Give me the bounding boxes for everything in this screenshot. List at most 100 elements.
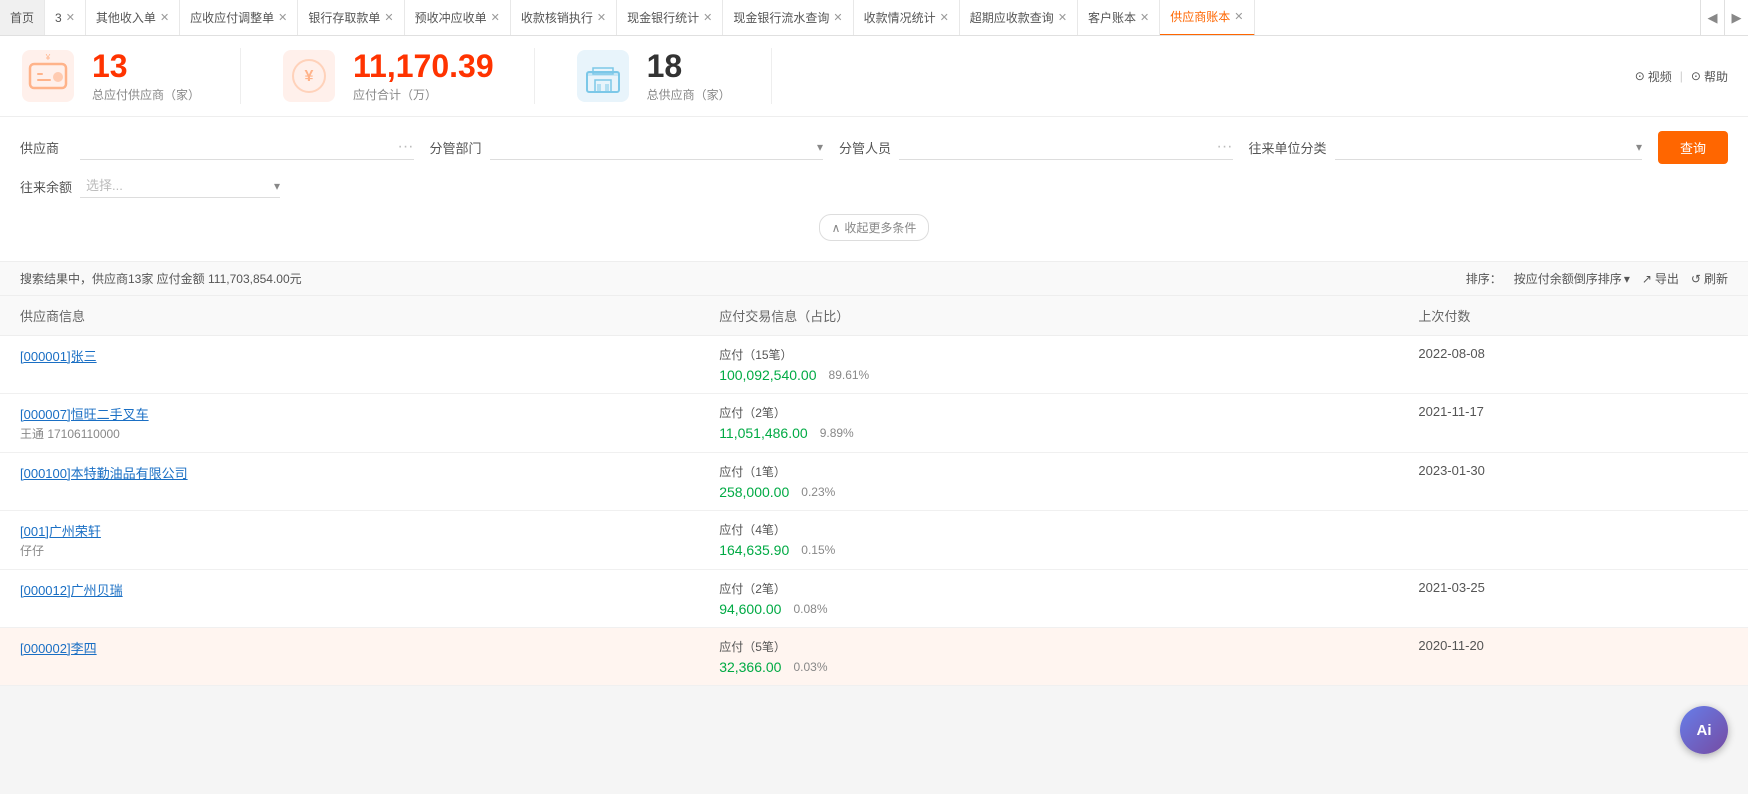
tx-row-0: 100,092,540.00 89.61% bbox=[719, 367, 1378, 383]
tx-label-4: 应付（2笔） bbox=[719, 580, 1378, 597]
dept-input[interactable] bbox=[490, 136, 817, 159]
dept-filter-label: 分管部门 bbox=[430, 138, 482, 157]
supplier-cell-0: [000001]张三 bbox=[0, 336, 699, 394]
sort-select[interactable]: 按应付余额倒序排序 ▾ bbox=[1514, 270, 1630, 287]
category-filter-label: 往来单位分类 bbox=[1249, 138, 1327, 157]
filter-person: 分管人员 ··· bbox=[839, 136, 1233, 160]
search-button[interactable]: 查询 bbox=[1658, 131, 1728, 164]
supplier-sub-3: 仔仔 bbox=[20, 542, 679, 559]
nav-tab-cash-stats-label: 现金银行统计 bbox=[627, 9, 699, 26]
supplier-cell-3: [001]广州荣轩仔仔 bbox=[0, 511, 699, 570]
tx-percent-3: 0.15% bbox=[801, 543, 835, 557]
table-row: [000012]广州贝瑞 应付（2笔） 94,600.00 0.08% 2021… bbox=[0, 570, 1748, 628]
nav-tab-3[interactable]: 3 ✕ bbox=[45, 0, 86, 36]
supplier-dots-icon[interactable]: ··· bbox=[398, 138, 414, 156]
balance-input[interactable] bbox=[80, 174, 274, 197]
supplier-link-0[interactable]: [000001]张三 bbox=[20, 349, 97, 364]
supplier-filter-label: 供应商 bbox=[20, 138, 72, 157]
transaction-cell-2: 应付（1笔） 258,000.00 0.23% bbox=[699, 453, 1398, 511]
filter-section: 供应商 ··· 分管部门 ▾ 分管人员 ··· 往来单位分类 ▾ bbox=[0, 117, 1748, 262]
nav-tab-collection[interactable]: 收款核销执行 ✕ bbox=[511, 0, 617, 36]
svg-text:¥: ¥ bbox=[305, 68, 314, 85]
supplier-cell-4: [000012]广州贝瑞 bbox=[0, 570, 699, 628]
export-icon: ↗ bbox=[1642, 272, 1652, 286]
nav-tab-bank-deposit[interactable]: 银行存取款单 ✕ bbox=[298, 0, 404, 36]
stat-info-total-suppliers: 18 总供应商（家） bbox=[647, 49, 731, 103]
tx-amount-0: 100,092,540.00 bbox=[719, 367, 816, 383]
result-bar: 搜索结果中，供应商13家 应付金额 111,703,854.00元 排序： 按应… bbox=[0, 262, 1748, 296]
nav-next-arrow[interactable]: ▶ bbox=[1724, 0, 1748, 36]
nav-tab-prepay[interactable]: 预收冲应收单 ✕ bbox=[405, 0, 511, 36]
person-dots-icon[interactable]: ··· bbox=[1217, 138, 1233, 156]
nav-prev-arrow[interactable]: ◀ bbox=[1700, 0, 1724, 36]
tx-label-2: 应付（1笔） bbox=[719, 463, 1378, 480]
top-navigation: 首页 3 ✕ 其他收入单 ✕ 应收应付调整单 ✕ 银行存取款单 ✕ 预收冲应收单… bbox=[0, 0, 1748, 36]
table-body: [000001]张三 应付（15笔） 100,092,540.00 89.61%… bbox=[0, 336, 1748, 686]
transaction-cell-1: 应付（2笔） 11,051,486.00 9.89% bbox=[699, 394, 1398, 453]
supplier-cell-2: [000100]本特勤油品有限公司 bbox=[0, 453, 699, 511]
video-link[interactable]: ⊙ 视频 bbox=[1635, 68, 1672, 85]
payable-suppliers-label: 总应付供应商（家） bbox=[92, 86, 200, 103]
nav-tab-cash-stats-close[interactable]: ✕ bbox=[703, 11, 712, 24]
nav-tab-overdue-close[interactable]: ✕ bbox=[1058, 11, 1067, 24]
last-pay-date-4: 2021-03-25 bbox=[1418, 580, 1485, 595]
nav-tab-supplier-book-close[interactable]: ✕ bbox=[1234, 10, 1243, 23]
payable-suppliers-icon: ¥ bbox=[20, 48, 76, 104]
result-actions: 排序： 按应付余额倒序排序 ▾ ↗ 导出 ↺ 刷新 bbox=[1466, 270, 1728, 287]
export-button[interactable]: ↗ 导出 bbox=[1642, 270, 1679, 287]
nav-tab-collection-stats[interactable]: 收款情况统计 ✕ bbox=[854, 0, 960, 36]
category-input[interactable] bbox=[1335, 136, 1636, 159]
nav-tab-bank-deposit-close[interactable]: ✕ bbox=[384, 11, 393, 24]
nav-tab-customer-book[interactable]: 客户账本 ✕ bbox=[1078, 0, 1160, 36]
tx-percent-2: 0.23% bbox=[801, 485, 835, 499]
nav-tab-supplier-book[interactable]: 供应商账本 ✕ bbox=[1160, 0, 1254, 36]
supplier-link-5[interactable]: [000002]李四 bbox=[20, 641, 97, 656]
payable-total-icon: ¥ bbox=[281, 48, 337, 104]
tx-label-5: 应付（5笔） bbox=[719, 638, 1378, 655]
stat-right-links: ⊙ 视频 | ⊙ 帮助 bbox=[1635, 68, 1728, 85]
nav-tab-adjustment[interactable]: 应收应付调整单 ✕ bbox=[180, 0, 298, 36]
nav-tab-adjustment-close[interactable]: ✕ bbox=[278, 11, 287, 24]
transaction-cell-5: 应付（5笔） 32,366.00 0.03% bbox=[699, 628, 1398, 686]
nav-tab-collection-stats-close[interactable]: ✕ bbox=[940, 11, 949, 24]
category-chevron-icon[interactable]: ▾ bbox=[1636, 140, 1642, 154]
nav-tab-prepay-close[interactable]: ✕ bbox=[491, 11, 500, 24]
nav-tab-cash-stats[interactable]: 现金银行统计 ✕ bbox=[617, 0, 723, 36]
refresh-button[interactable]: ↺ 刷新 bbox=[1691, 270, 1728, 287]
nav-tab-overdue-label: 超期应收款查询 bbox=[970, 9, 1054, 26]
tx-amount-5: 32,366.00 bbox=[719, 659, 781, 675]
supplier-link-3[interactable]: [001]广州荣轩 bbox=[20, 524, 101, 539]
ai-assistant-badge[interactable]: Ai bbox=[1680, 706, 1728, 754]
nav-tab-customer-book-close[interactable]: ✕ bbox=[1140, 11, 1149, 24]
export-label: 导出 bbox=[1655, 270, 1679, 287]
nav-tab-home[interactable]: 首页 bbox=[0, 0, 45, 36]
nav-tab-overdue[interactable]: 超期应收款查询 ✕ bbox=[960, 0, 1078, 36]
tx-row-5: 32,366.00 0.03% bbox=[719, 659, 1378, 675]
tx-amount-1: 11,051,486.00 bbox=[719, 425, 808, 441]
collapse-button[interactable]: ∧ 收起更多条件 bbox=[819, 214, 930, 241]
person-input[interactable] bbox=[899, 136, 1217, 159]
nav-tab-other-income[interactable]: 其他收入单 ✕ bbox=[86, 0, 180, 36]
nav-tab-other-income-close[interactable]: ✕ bbox=[160, 11, 169, 24]
nav-tab-collection-close[interactable]: ✕ bbox=[597, 11, 606, 24]
nav-tab-cash-flow[interactable]: 现金银行流水查询 ✕ bbox=[723, 0, 853, 36]
last-pay-cell-0: 2022-08-08 bbox=[1398, 336, 1748, 394]
supplier-link-1[interactable]: [000007]恒旺二手叉车 bbox=[20, 407, 149, 422]
table-row: [000001]张三 应付（15笔） 100,092,540.00 89.61%… bbox=[0, 336, 1748, 394]
supplier-link-4[interactable]: [000012]广州贝瑞 bbox=[20, 583, 123, 598]
dept-chevron-icon[interactable]: ▾ bbox=[817, 140, 823, 154]
filter-category: 往来单位分类 ▾ bbox=[1249, 136, 1643, 160]
supplier-link-2[interactable]: [000100]本特勤油品有限公司 bbox=[20, 466, 188, 481]
stat-info-payable-total: 11,170.39 应付合计（万） bbox=[353, 49, 494, 103]
last-pay-cell-3 bbox=[1398, 511, 1748, 570]
refresh-icon: ↺ bbox=[1691, 272, 1701, 286]
help-link[interactable]: ⊙ 帮助 bbox=[1691, 68, 1728, 85]
balance-chevron-icon[interactable]: ▾ bbox=[274, 179, 280, 193]
stat-info-payable-suppliers: 13 总应付供应商（家） bbox=[92, 49, 200, 103]
nav-tab-3-close[interactable]: ✕ bbox=[66, 11, 75, 24]
last-pay-cell-1: 2021-11-17 bbox=[1398, 394, 1748, 453]
filter-row-2: 往来余额 ▾ bbox=[20, 174, 1728, 198]
supplier-input[interactable] bbox=[80, 136, 398, 159]
table-header: 供应商信息 应付交易信息（占比） 上次付数 bbox=[0, 296, 1748, 336]
nav-tab-cash-flow-close[interactable]: ✕ bbox=[833, 11, 842, 24]
